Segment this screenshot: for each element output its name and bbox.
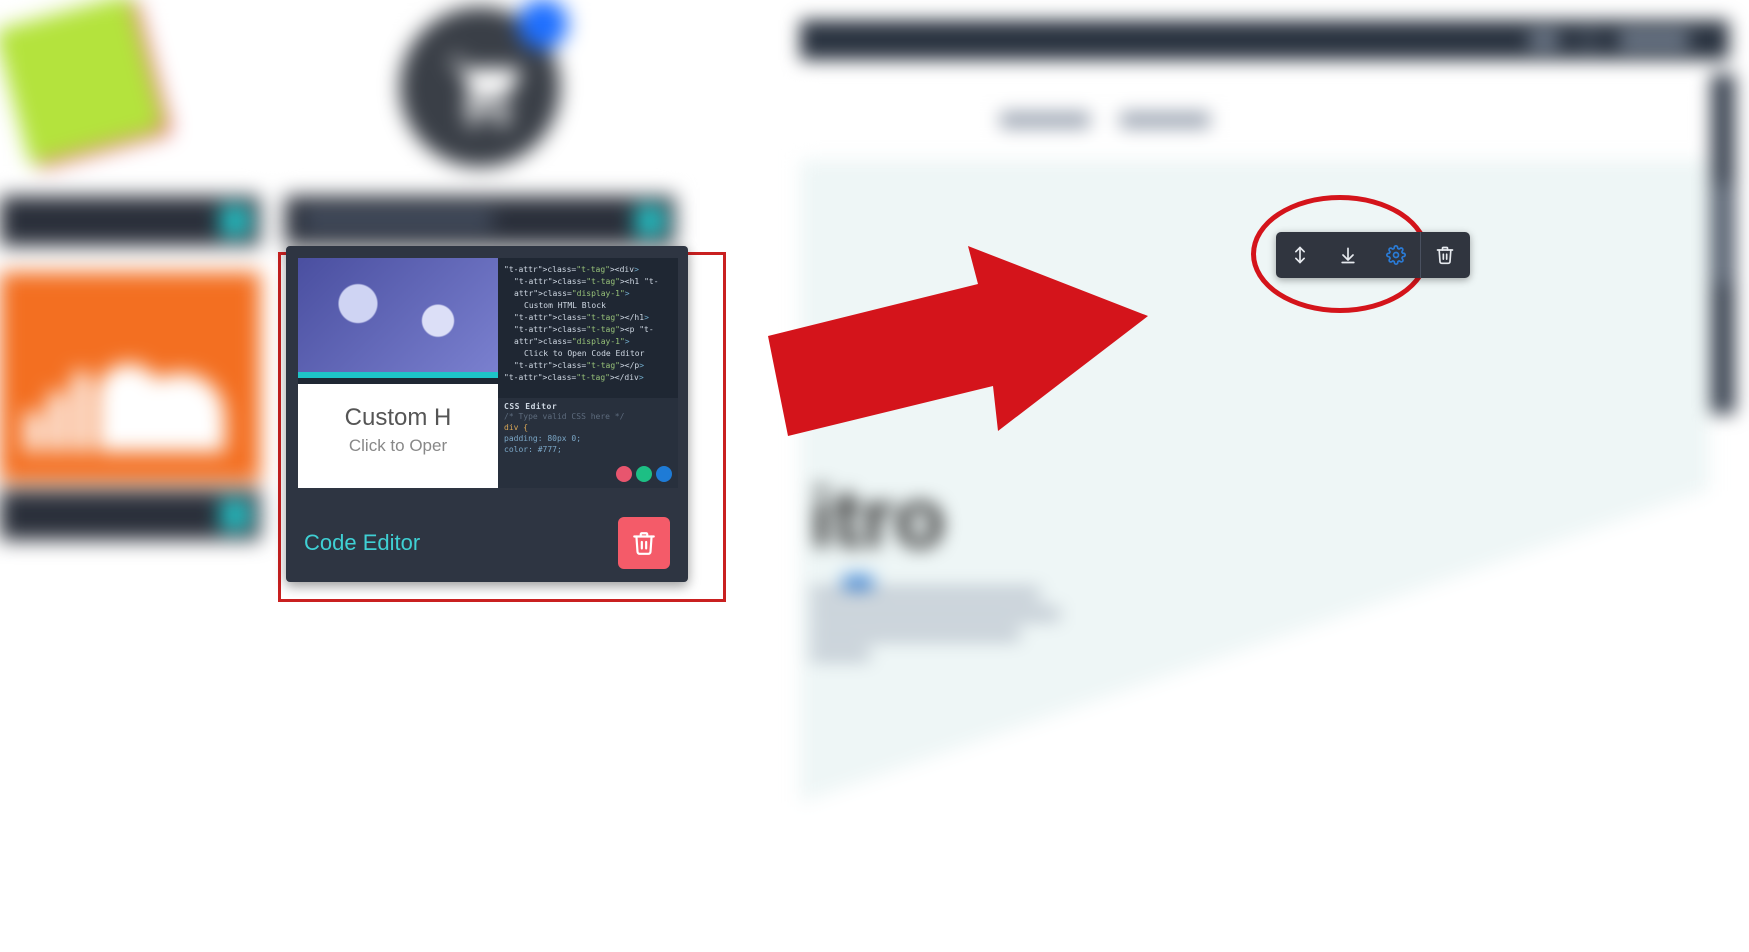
annotation-arrow	[768, 246, 1148, 456]
html-code-pane: "t-attr">class="t-tag"><div>"t-attr">cla…	[498, 258, 678, 398]
preview-title: Custom H	[298, 404, 498, 432]
gear-icon	[1386, 245, 1406, 265]
move-down-button[interactable]	[1324, 232, 1372, 278]
css-header: CSS Editor	[504, 402, 672, 411]
card-thumbnail	[0, 272, 260, 482]
arrow-down-icon	[1338, 245, 1358, 265]
preview-text: Custom H Click to Oper	[298, 384, 498, 488]
card-footer	[285, 196, 675, 246]
preview-image	[298, 258, 498, 378]
preview-sub: Click to Oper	[298, 436, 498, 456]
info-dot-icon[interactable]	[656, 466, 672, 482]
block-toolbar	[1276, 232, 1470, 278]
cancel-dot-icon[interactable]	[616, 466, 632, 482]
card-footer	[0, 490, 260, 540]
delete-button[interactable]	[618, 517, 670, 569]
editor-action-dots	[616, 466, 672, 482]
arrows-updown-icon	[1290, 245, 1310, 265]
card-title: Code Editor	[304, 530, 420, 556]
page-preview-blur: itro	[800, 0, 1749, 952]
card-thumbnail	[285, 0, 675, 190]
trash-icon	[1435, 245, 1455, 265]
hero-heading-blur: itro	[810, 470, 945, 567]
move-updown-button[interactable]	[1276, 232, 1324, 278]
toolbar-delete-button[interactable]	[1420, 232, 1468, 278]
code-editor-card[interactable]: Custom H Click to Oper "t-attr">class="t…	[286, 246, 688, 582]
card-footer	[0, 196, 260, 246]
accept-dot-icon[interactable]	[636, 466, 652, 482]
settings-button[interactable]	[1372, 232, 1420, 278]
css-code-pane: CSS Editor /* Type valid CSS here */div …	[498, 398, 678, 488]
card-thumbnail	[0, 0, 260, 190]
editor-preview: Custom H Click to Oper "t-attr">class="t…	[298, 258, 678, 488]
